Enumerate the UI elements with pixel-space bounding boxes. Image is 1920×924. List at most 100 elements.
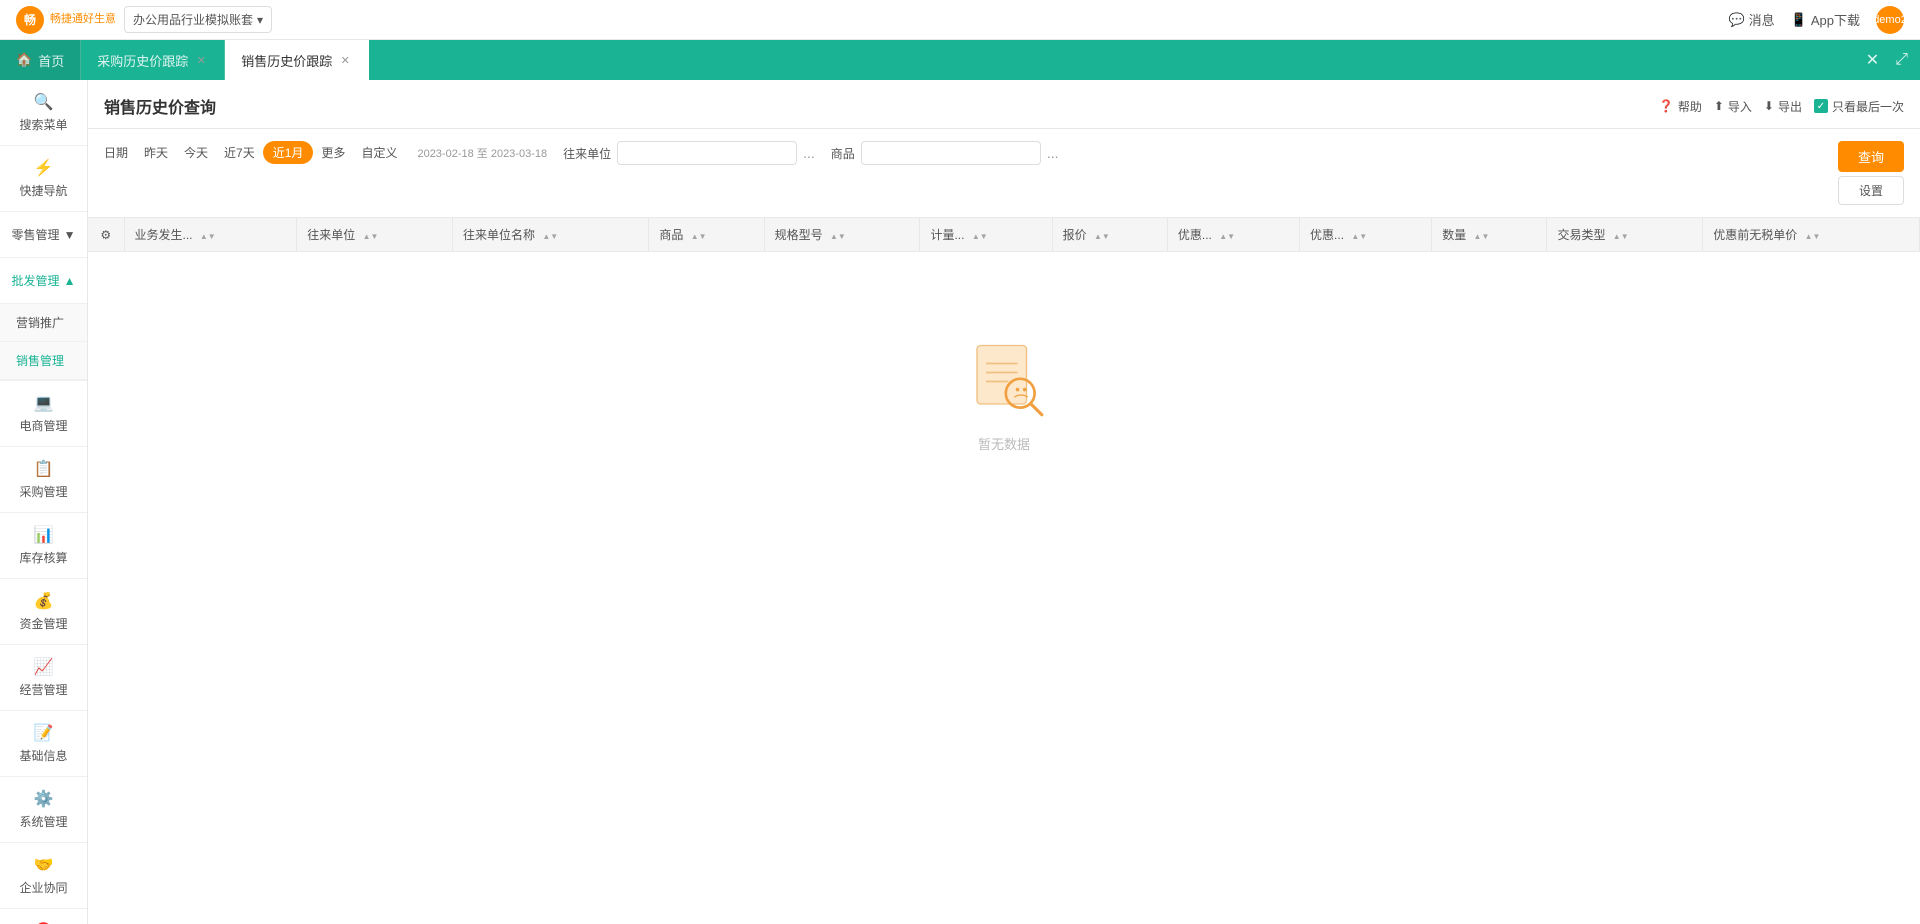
partner-more-icon[interactable]: ... xyxy=(803,145,815,161)
sidebar-item-ecommerce-mgmt[interactable]: 💻 电商管理 xyxy=(0,381,87,447)
sort-unit-icon[interactable]: ▲▼ xyxy=(972,233,988,241)
basic-info-icon: 📝 xyxy=(34,723,54,743)
close-tab-button[interactable]: ✕ xyxy=(1862,46,1883,74)
tab-sales-history[interactable]: 销售历史价跟踪 ✕ xyxy=(225,40,369,80)
sidebar-item-ops-mgmt[interactable]: 📈 经营管理 xyxy=(0,645,87,711)
sidebar-item-search-menu[interactable]: 🔍 搜索菜单 xyxy=(0,80,87,146)
query-button[interactable]: 查询 xyxy=(1838,141,1904,172)
inventory-icon: 📊 xyxy=(34,525,54,545)
content-area: 销售历史价查询 ❓ 帮助 ⬆ 导入 ⬇ 导出 ✓ xyxy=(88,80,1920,924)
sidebar-item-system-mgmt[interactable]: ⚙️ 系统管理 xyxy=(0,777,87,843)
user-profile[interactable]: demo2 xyxy=(1876,6,1904,34)
table-col-settings[interactable]: ⚙ xyxy=(88,218,124,252)
help-icon: ❓ xyxy=(1659,99,1674,113)
quick-nav-icon: ⚡ xyxy=(34,158,54,178)
page-header: 销售历史价查询 ❓ 帮助 ⬆ 导入 ⬇ 导出 ✓ xyxy=(88,80,1920,129)
sort-discount2-icon[interactable]: ▲▼ xyxy=(1351,233,1367,241)
sidebar-item-enterprise-collab-label: 企业协同 xyxy=(19,879,67,896)
table-col-pretax-price: 优惠前无税单价 ▲▼ xyxy=(1703,218,1920,252)
only-last-checkbox[interactable]: ✓ 只看最后一次 xyxy=(1814,98,1904,115)
sort-quote-icon[interactable]: ▲▼ xyxy=(1094,233,1110,241)
maximize-tab-button[interactable]: ⤢ xyxy=(1891,47,1912,73)
sidebar-item-purchase-mgmt[interactable]: 📋 采购管理 xyxy=(0,447,87,513)
sidebar-item-enterprise-collab[interactable]: 🤝 企业协同 xyxy=(0,843,87,909)
search-menu-icon: 🔍 xyxy=(34,92,54,112)
checkbox-checked-icon: ✓ xyxy=(1814,99,1828,113)
message-icon: 💬 xyxy=(1728,12,1744,28)
sidebar-item-system-label: 系统管理 xyxy=(19,813,67,830)
finance-icon: 💰 xyxy=(34,591,54,611)
app-selector[interactable]: 办公用品行业模拟账套 ▾ xyxy=(124,6,272,33)
product-input[interactable] xyxy=(861,141,1041,165)
table-container: ⚙ 业务发生... ▲▼ 往来单位 ▲▼ 往来单位名称 ▲ xyxy=(88,218,1920,924)
page-container: 销售历史价查询 ❓ 帮助 ⬆ 导入 ⬇ 导出 ✓ xyxy=(88,80,1920,924)
help-label: 帮助 xyxy=(1678,98,1702,115)
table-col-unit: 计量... ▲▼ xyxy=(920,218,1052,252)
export-label: 导出 xyxy=(1778,98,1802,115)
close-purchase-history-tab[interactable]: ✕ xyxy=(194,53,208,67)
query-btn-group: 查询 设置 xyxy=(1838,141,1904,205)
date-btn-1month[interactable]: 近1月 xyxy=(263,141,314,164)
message-button[interactable]: 💬 消息 xyxy=(1728,10,1774,29)
avatar: demo2 xyxy=(1876,6,1904,34)
sidebar-item-sales-mgmt-label: 销售管理 xyxy=(16,354,64,368)
sidebar-item-purchase-label: 采购管理 xyxy=(19,483,67,500)
purchase-icon: 📋 xyxy=(34,459,54,479)
logo-text: 畅捷通好生意 xyxy=(50,13,116,26)
sort-discount1-icon[interactable]: ▲▼ xyxy=(1219,233,1235,241)
sidebar-item-retail-mgmt[interactable]: 零售管理 ▼ xyxy=(0,212,87,258)
collab-icon: 🤝 xyxy=(34,855,54,875)
sidebar-item-inventory[interactable]: 📊 库存核算 xyxy=(0,513,87,579)
app-download-button[interactable]: 📱 App下载 xyxy=(1791,10,1860,29)
export-icon: ⬇ xyxy=(1764,99,1774,113)
table-col-biz-date: 业务发生... ▲▼ xyxy=(124,218,297,252)
export-button[interactable]: ⬇ 导出 xyxy=(1764,98,1802,115)
close-sales-history-tab[interactable]: ✕ xyxy=(338,53,352,67)
sidebar-item-new-guide[interactable]: 🎯 新手引导 xyxy=(0,909,87,924)
date-btn-more[interactable]: 更多 xyxy=(313,141,353,164)
import-label: 导入 xyxy=(1728,98,1752,115)
empty-illustration xyxy=(959,332,1049,422)
tab-sales-history-label: 销售历史价跟踪 xyxy=(241,51,332,70)
date-btn-yesterday[interactable]: 昨天 xyxy=(136,141,176,164)
sidebar-item-sales-mgmt[interactable]: 销售管理 xyxy=(0,342,87,380)
table-col-discount2: 优惠... ▲▼ xyxy=(1300,218,1432,252)
date-filter-group: 日期 昨天 今天 近7天 近1月 更多 自定义 2023-02-18 至 202… xyxy=(104,141,547,164)
sort-partner-name-icon[interactable]: ▲▼ xyxy=(542,233,558,241)
top-header: 畅 畅捷通好生意 办公用品行业模拟账套 ▾ 💬 消息 📱 App下载 demo2 xyxy=(0,0,1920,40)
product-more-icon[interactable]: ... xyxy=(1047,145,1059,161)
date-btn-7days[interactable]: 近7天 xyxy=(216,141,263,164)
partner-input[interactable] xyxy=(617,141,797,165)
partner-filter-label: 往来单位 xyxy=(563,145,611,162)
product-filter-group: 商品 ... xyxy=(831,141,1059,165)
sidebar-item-quick-nav[interactable]: ⚡ 快捷导航 xyxy=(0,146,87,212)
partner-filter-group: 往来单位 ... xyxy=(563,141,815,165)
chevron-retail-icon: ▼ xyxy=(64,228,76,242)
sidebar-item-wholesale-mgmt[interactable]: 批发管理 ▲ xyxy=(0,258,87,304)
table-col-product: 商品 ▲▼ xyxy=(649,218,764,252)
sort-biz-date-icon[interactable]: ▲▼ xyxy=(200,233,216,241)
tab-home[interactable]: 🏠 首页 xyxy=(0,40,81,80)
sidebar-item-basic-info[interactable]: 📝 基础信息 xyxy=(0,711,87,777)
sort-partner-code-icon[interactable]: ▲▼ xyxy=(363,233,379,241)
page-header-actions: ❓ 帮助 ⬆ 导入 ⬇ 导出 ✓ 只看最后一次 xyxy=(1659,98,1904,115)
settings-button[interactable]: 设置 xyxy=(1838,176,1904,205)
sidebar-item-finance-mgmt[interactable]: 💰 资金管理 xyxy=(0,579,87,645)
logo-area: 畅 畅捷通好生意 xyxy=(16,6,116,34)
sidebar-item-marketing[interactable]: 营销推广 xyxy=(0,304,87,342)
sort-product-icon[interactable]: ▲▼ xyxy=(691,233,707,241)
data-table: ⚙ 业务发生... ▲▼ 往来单位 ▲▼ 往来单位名称 ▲ xyxy=(88,218,1920,252)
header-left: 畅 畅捷通好生意 办公用品行业模拟账套 ▾ xyxy=(16,6,272,34)
sort-quantity-icon[interactable]: ▲▼ xyxy=(1474,233,1490,241)
import-button[interactable]: ⬆ 导入 xyxy=(1714,98,1752,115)
message-label: 消息 xyxy=(1749,10,1775,29)
date-btn-custom[interactable]: 自定义 xyxy=(353,141,405,164)
sort-trade-type-icon[interactable]: ▲▼ xyxy=(1613,233,1629,241)
sort-spec-icon[interactable]: ▲▼ xyxy=(830,233,846,241)
date-btn-today[interactable]: 今天 xyxy=(176,141,216,164)
table-header-row: ⚙ 业务发生... ▲▼ 往来单位 ▲▼ 往来单位名称 ▲ xyxy=(88,218,1920,252)
sort-pretax-price-icon[interactable]: ▲▼ xyxy=(1805,233,1821,241)
tab-purchase-history[interactable]: 采购历史价跟踪 ✕ xyxy=(81,40,225,80)
help-button[interactable]: ❓ 帮助 xyxy=(1659,98,1702,115)
empty-state: 暂无数据 xyxy=(88,252,1920,533)
